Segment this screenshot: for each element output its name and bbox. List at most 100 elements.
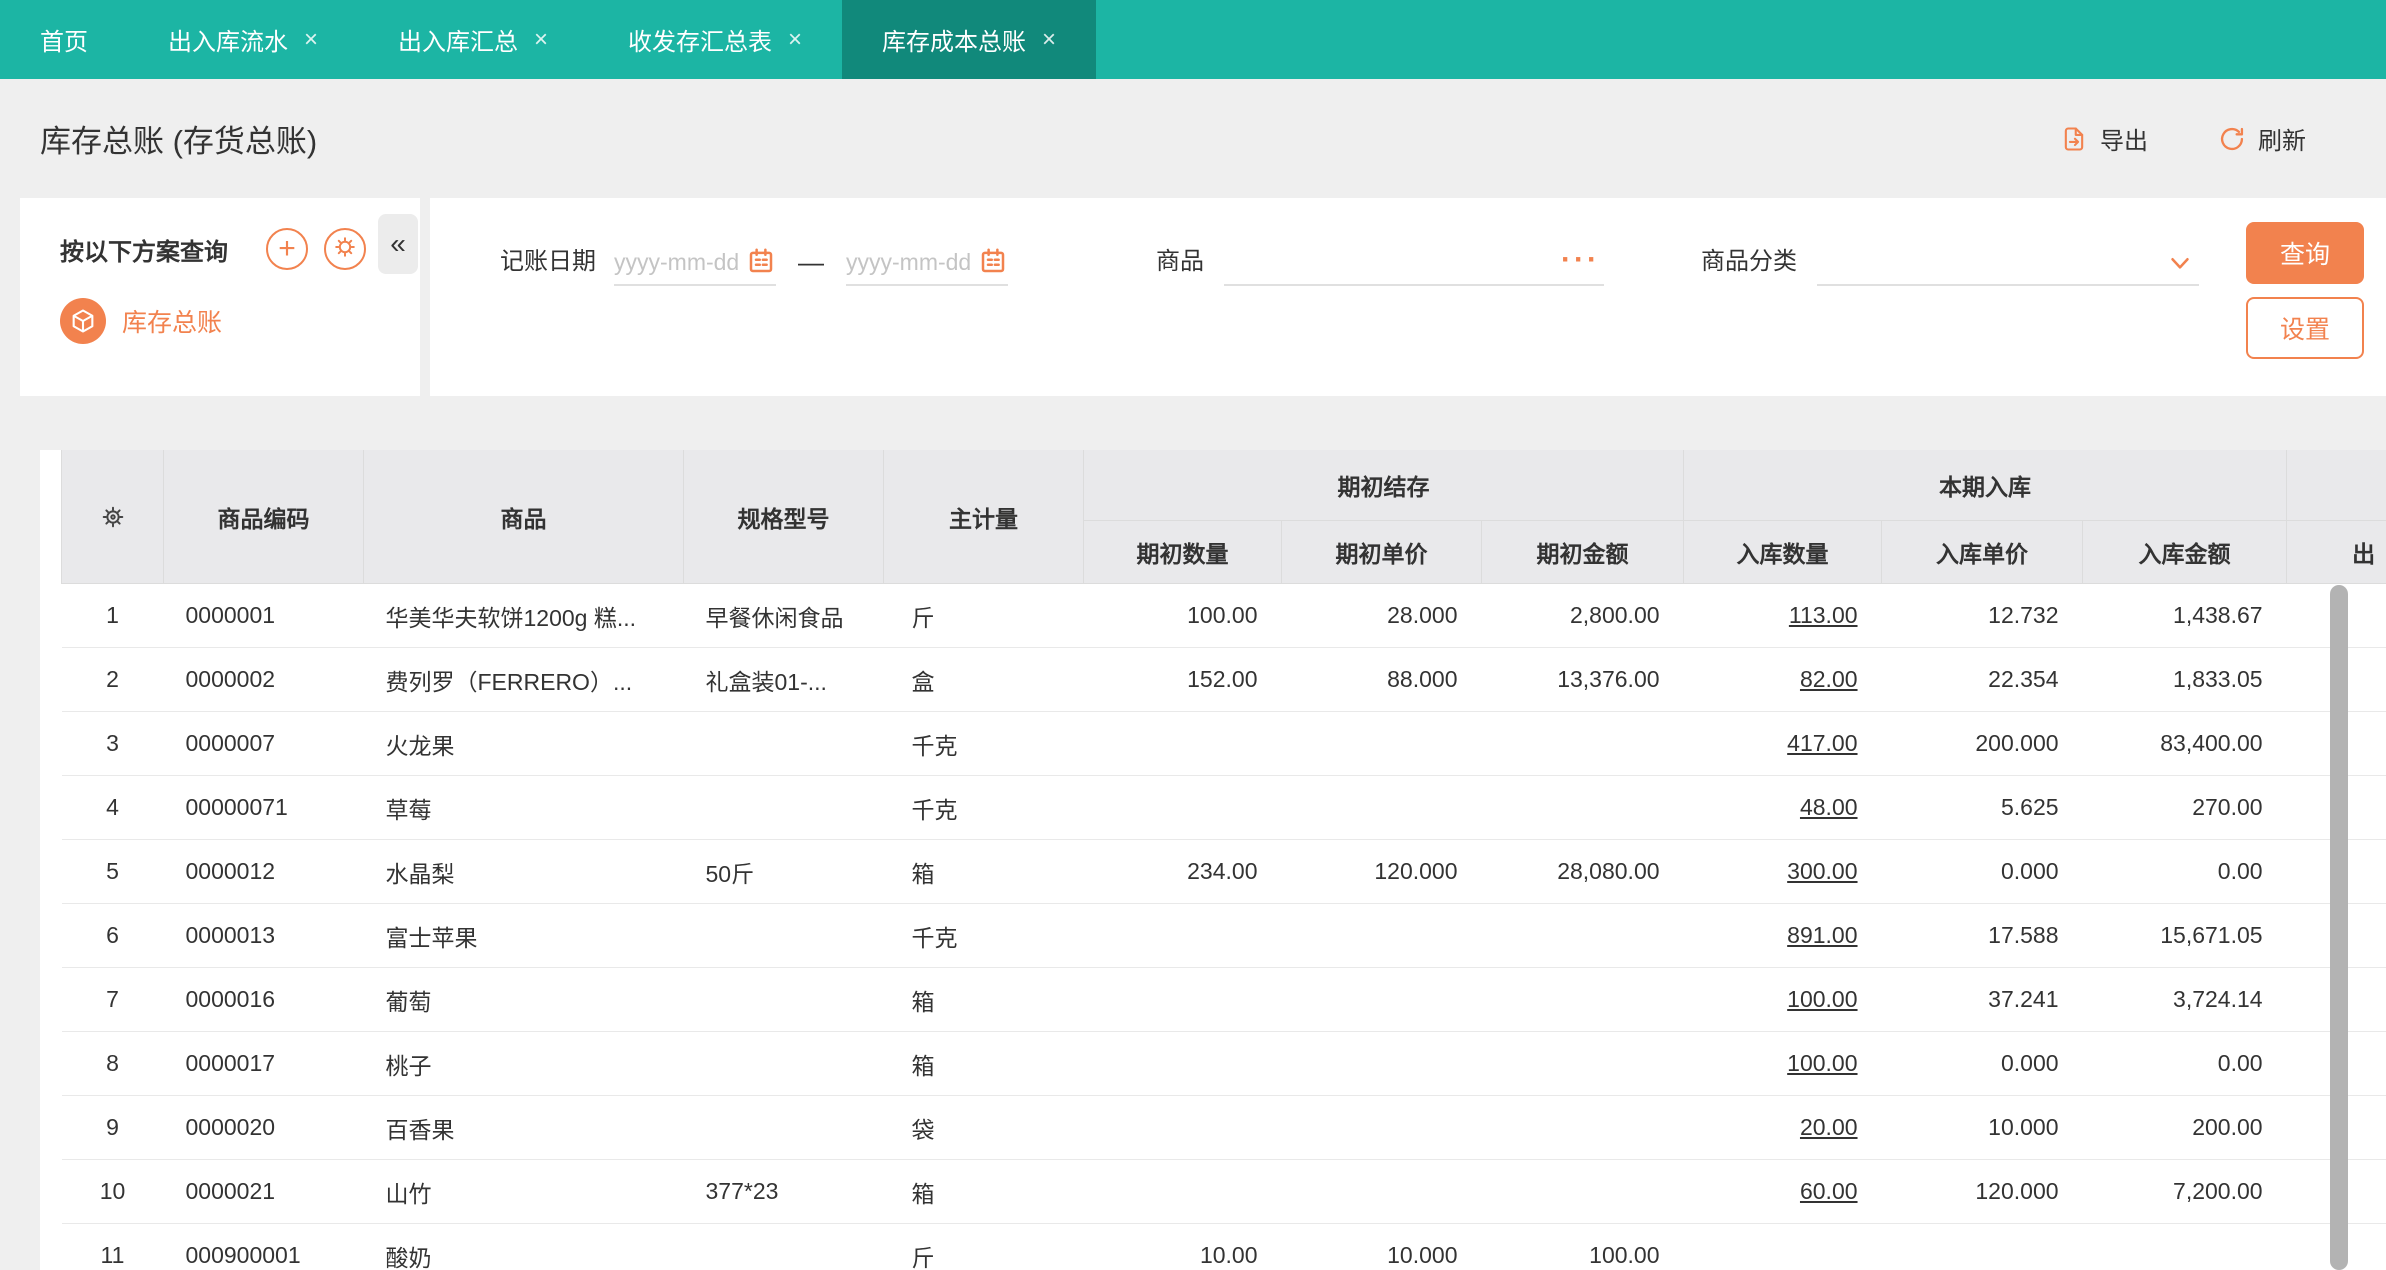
in-qty-link-cell[interactable]: 300.00: [1683, 839, 1882, 904]
open-qty-cell: [1083, 1095, 1282, 1160]
open-qty-cell: [1083, 967, 1282, 1032]
in-qty-link-cell[interactable]: 48.00: [1683, 775, 1882, 840]
tab-inventory-cost-ledger[interactable]: 库存成本总账 ×: [842, 0, 1097, 79]
open-qty-cell: [1083, 775, 1282, 840]
open-qty-cell: 234.00: [1083, 839, 1282, 904]
close-icon[interactable]: ×: [1042, 27, 1056, 52]
col-header-code: 商品编码: [163, 450, 364, 584]
col-header-open-amount: 期初金额: [1480, 520, 1685, 584]
open-amount-cell: [1481, 1159, 1684, 1224]
code-cell: 0000016: [163, 967, 364, 1032]
in-qty-link-cell[interactable]: 113.00: [1683, 583, 1882, 648]
in-qty-link-cell[interactable]: 417.00: [1683, 711, 1882, 776]
ledger-table-panel: 商品编码 商品 规格型号 主计量 期初结存 本期入库 期初数量 期初单价 期初金…: [40, 450, 2386, 1270]
in-amount-cell: 200.00: [2082, 1095, 2287, 1160]
table-row: 5 0000012 水晶梨 50斤 箱 234.00 120.000 28,08…: [61, 839, 2386, 904]
open-price-cell: [1281, 711, 1482, 776]
group-header-opening-balance: 期初结存: [1082, 450, 1685, 521]
open-amount-cell: [1481, 711, 1684, 776]
tab-label: 库存成本总账: [882, 29, 1027, 56]
open-amount-cell: [1481, 1031, 1684, 1096]
in-qty-link-cell[interactable]: 891.00: [1683, 903, 1882, 968]
date-to-field[interactable]: [846, 240, 1008, 286]
close-icon[interactable]: ×: [304, 27, 318, 52]
search-button[interactable]: 查询: [2246, 222, 2364, 284]
open-price-cell: 120.000: [1281, 839, 1482, 904]
col-header-in-price: 入库单价: [1881, 520, 2084, 584]
export-button[interactable]: 导出: [2060, 121, 2148, 156]
in-qty-link-cell[interactable]: [1683, 1223, 1882, 1270]
code-cell: 0000001: [163, 583, 364, 648]
scheme-item-label: 库存总账: [122, 309, 223, 337]
category-input[interactable]: [1817, 248, 2199, 276]
category-select[interactable]: [1817, 240, 2199, 286]
unit-cell: 箱: [883, 1159, 1084, 1224]
open-price-cell: [1281, 1159, 1482, 1224]
unit-cell: 千克: [883, 775, 1084, 840]
table-row: 3 0000007 火龙果 千克 417.00 200.000 83,400.0…: [61, 711, 2386, 776]
row-index-cell: 7: [61, 967, 164, 1032]
ellipsis-picker-icon[interactable]: ···: [1561, 238, 1600, 282]
open-amount-cell: 28,080.00: [1481, 839, 1684, 904]
tab-label: 收发存汇总表: [628, 29, 773, 56]
product-input[interactable]: [1224, 248, 1604, 276]
col-header-in-amount: 入库金额: [2082, 520, 2288, 584]
in-qty-link-cell[interactable]: 100.00: [1683, 967, 1882, 1032]
unit-cell: 千克: [883, 903, 1084, 968]
table-row: 10 0000021 山竹 377*23 箱 60.00 120.000 7,2…: [61, 1159, 2386, 1224]
calendar-icon[interactable]: [746, 246, 776, 281]
unit-cell: 箱: [883, 967, 1084, 1032]
open-qty-cell: [1083, 903, 1282, 968]
code-cell: 0000020: [163, 1095, 364, 1160]
scheme-settings-button[interactable]: [324, 228, 366, 270]
unit-cell: 斤: [883, 1223, 1084, 1270]
unit-cell: 千克: [883, 711, 1084, 776]
scheme-item-inventory-ledger[interactable]: 库存总账: [60, 298, 420, 344]
in-qty-link-cell[interactable]: 20.00: [1683, 1095, 1882, 1160]
tab-inout-flow[interactable]: 出入库流水 ×: [128, 0, 358, 79]
code-cell: 0000007: [163, 711, 364, 776]
in-price-cell: 0.000: [1881, 1031, 2083, 1096]
tab-inout-summary[interactable]: 出入库汇总 ×: [358, 0, 588, 79]
close-icon[interactable]: ×: [534, 27, 548, 52]
open-price-cell: [1281, 903, 1482, 968]
in-qty-link-cell[interactable]: 82.00: [1683, 647, 1882, 712]
table-row: 4 00000071 草莓 千克 48.00 5.625 270.00: [61, 775, 2386, 840]
calendar-icon[interactable]: [978, 246, 1008, 281]
code-cell: 0000012: [163, 839, 364, 904]
in-amount-cell: [2082, 1223, 2287, 1270]
row-index-cell: 9: [61, 1095, 164, 1160]
open-qty-cell: 10.00: [1083, 1223, 1282, 1270]
in-price-cell: 5.625: [1881, 775, 2083, 840]
in-price-cell: 37.241: [1881, 967, 2083, 1032]
refresh-button[interactable]: 刷新: [2218, 121, 2306, 156]
plus-icon: +: [278, 232, 296, 265]
date-filter-label: 记账日期: [500, 248, 596, 275]
in-amount-cell: 0.00: [2082, 1031, 2287, 1096]
filter-form: 记账日期 —: [430, 198, 2386, 396]
product-field[interactable]: ···: [1224, 240, 1604, 286]
vertical-scrollbar-thumb[interactable]: [2330, 585, 2348, 1270]
row-index-cell: 6: [61, 903, 164, 968]
collapse-panel-button[interactable]: «: [378, 214, 418, 274]
chevron-down-icon[interactable]: [2165, 248, 2195, 283]
add-scheme-button[interactable]: +: [266, 228, 308, 270]
row-index-cell: 2: [61, 647, 164, 712]
spec-cell: [683, 711, 884, 776]
tab-home[interactable]: 首页: [0, 0, 128, 79]
date-from-field[interactable]: [614, 240, 776, 286]
in-qty-link-cell[interactable]: 60.00: [1683, 1159, 1882, 1224]
tab-sendreceive-summary[interactable]: 收发存汇总表 ×: [588, 0, 842, 79]
product-cell: 葡萄: [363, 967, 684, 1032]
in-qty-link-cell[interactable]: 100.00: [1683, 1031, 1882, 1096]
refresh-label: 刷新: [2258, 128, 2306, 155]
code-cell: 0000021: [163, 1159, 364, 1224]
open-qty-cell: [1083, 1031, 1282, 1096]
in-amount-cell: 83,400.00: [2082, 711, 2287, 776]
settings-button[interactable]: 设置: [2246, 297, 2364, 359]
scheme-panel-title: 按以下方案查询: [60, 238, 228, 266]
column-settings-gear-icon[interactable]: [63, 504, 162, 530]
close-icon[interactable]: ×: [788, 27, 802, 52]
spec-cell: [683, 903, 884, 968]
in-price-cell: 10.000: [1881, 1095, 2083, 1160]
